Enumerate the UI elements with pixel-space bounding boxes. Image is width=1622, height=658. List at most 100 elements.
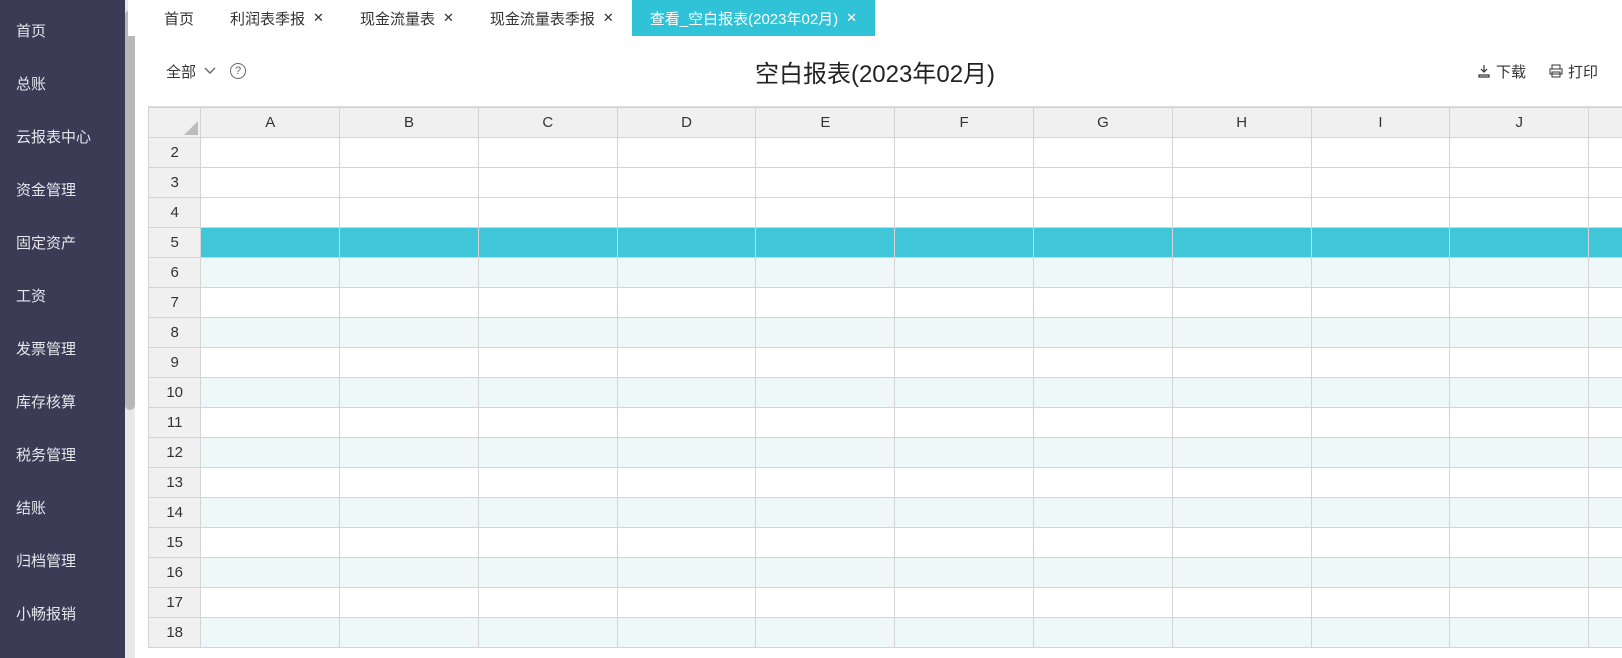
cell-E14[interactable]	[756, 498, 895, 528]
cell-K10[interactable]	[1589, 378, 1622, 408]
cell-C12[interactable]	[478, 438, 617, 468]
sidebar-item-11[interactable]: 小畅报销	[0, 587, 128, 640]
close-icon[interactable]: ✕	[443, 10, 454, 26]
cell-K13[interactable]	[1589, 468, 1622, 498]
cell-J5[interactable]	[1450, 228, 1589, 258]
tab-2[interactable]: 现金流量表✕	[342, 0, 472, 36]
cell-J12[interactable]	[1450, 438, 1589, 468]
cell-G3[interactable]	[1034, 168, 1173, 198]
column-header-G[interactable]: G	[1034, 108, 1173, 138]
cell-D3[interactable]	[617, 168, 756, 198]
cell-H14[interactable]	[1172, 498, 1311, 528]
cell-A10[interactable]	[201, 378, 340, 408]
cell-K11[interactable]	[1589, 408, 1622, 438]
cell-E8[interactable]	[756, 318, 895, 348]
cell-F7[interactable]	[895, 288, 1034, 318]
cell-E17[interactable]	[756, 588, 895, 618]
cell-E12[interactable]	[756, 438, 895, 468]
column-header-F[interactable]: F	[895, 108, 1034, 138]
cell-B2[interactable]	[340, 138, 479, 168]
cell-F2[interactable]	[895, 138, 1034, 168]
row-header-12[interactable]: 12	[149, 438, 201, 468]
cell-F15[interactable]	[895, 528, 1034, 558]
cell-C15[interactable]	[478, 528, 617, 558]
cell-D6[interactable]	[617, 258, 756, 288]
cell-H9[interactable]	[1172, 348, 1311, 378]
sidebar-item-3[interactable]: 资金管理	[0, 163, 128, 216]
cell-E10[interactable]	[756, 378, 895, 408]
row-header-14[interactable]: 14	[149, 498, 201, 528]
cell-F5[interactable]	[895, 228, 1034, 258]
cell-A15[interactable]	[201, 528, 340, 558]
cell-B12[interactable]	[340, 438, 479, 468]
cell-E15[interactable]	[756, 528, 895, 558]
cell-H3[interactable]	[1172, 168, 1311, 198]
cell-C9[interactable]	[478, 348, 617, 378]
row-header-6[interactable]: 6	[149, 258, 201, 288]
cell-F11[interactable]	[895, 408, 1034, 438]
cell-H16[interactable]	[1172, 558, 1311, 588]
cell-C4[interactable]	[478, 198, 617, 228]
cell-F18[interactable]	[895, 618, 1034, 648]
print-button[interactable]: 打印	[1548, 61, 1598, 82]
cell-D5[interactable]	[617, 228, 756, 258]
cell-D2[interactable]	[617, 138, 756, 168]
cell-B8[interactable]	[340, 318, 479, 348]
cell-A11[interactable]	[201, 408, 340, 438]
cell-I8[interactable]	[1311, 318, 1450, 348]
cell-H17[interactable]	[1172, 588, 1311, 618]
cell-F16[interactable]	[895, 558, 1034, 588]
cell-K7[interactable]	[1589, 288, 1622, 318]
cell-A16[interactable]	[201, 558, 340, 588]
cell-J7[interactable]	[1450, 288, 1589, 318]
cell-E9[interactable]	[756, 348, 895, 378]
cell-F8[interactable]	[895, 318, 1034, 348]
row-header-11[interactable]: 11	[149, 408, 201, 438]
cell-H11[interactable]	[1172, 408, 1311, 438]
row-header-5[interactable]: 5	[149, 228, 201, 258]
cell-C7[interactable]	[478, 288, 617, 318]
cell-E3[interactable]	[756, 168, 895, 198]
cell-C17[interactable]	[478, 588, 617, 618]
cell-J11[interactable]	[1450, 408, 1589, 438]
cell-D17[interactable]	[617, 588, 756, 618]
row-header-2[interactable]: 2	[149, 138, 201, 168]
cell-D10[interactable]	[617, 378, 756, 408]
cell-G6[interactable]	[1034, 258, 1173, 288]
row-header-3[interactable]: 3	[149, 168, 201, 198]
cell-I7[interactable]	[1311, 288, 1450, 318]
cell-J9[interactable]	[1450, 348, 1589, 378]
cell-H7[interactable]	[1172, 288, 1311, 318]
cell-I12[interactable]	[1311, 438, 1450, 468]
sidebar-item-4[interactable]: 固定资产	[0, 216, 128, 269]
cell-K17[interactable]	[1589, 588, 1622, 618]
row-header-7[interactable]: 7	[149, 288, 201, 318]
cell-K6[interactable]	[1589, 258, 1622, 288]
row-header-17[interactable]: 17	[149, 588, 201, 618]
cell-A8[interactable]	[201, 318, 340, 348]
cell-J4[interactable]	[1450, 198, 1589, 228]
cell-A13[interactable]	[201, 468, 340, 498]
cell-J8[interactable]	[1450, 318, 1589, 348]
cell-G2[interactable]	[1034, 138, 1173, 168]
cell-G7[interactable]	[1034, 288, 1173, 318]
cell-B7[interactable]	[340, 288, 479, 318]
cell-A9[interactable]	[201, 348, 340, 378]
cell-C13[interactable]	[478, 468, 617, 498]
cell-C10[interactable]	[478, 378, 617, 408]
cell-G16[interactable]	[1034, 558, 1173, 588]
cell-A2[interactable]	[201, 138, 340, 168]
cell-J2[interactable]	[1450, 138, 1589, 168]
sidebar-item-7[interactable]: 库存核算	[0, 375, 128, 428]
close-icon[interactable]: ✕	[846, 10, 857, 26]
cell-A12[interactable]	[201, 438, 340, 468]
cell-I13[interactable]	[1311, 468, 1450, 498]
cell-C6[interactable]	[478, 258, 617, 288]
cell-A6[interactable]	[201, 258, 340, 288]
cell-E7[interactable]	[756, 288, 895, 318]
cell-K3[interactable]	[1589, 168, 1622, 198]
cell-D8[interactable]	[617, 318, 756, 348]
cell-H18[interactable]	[1172, 618, 1311, 648]
cell-A17[interactable]	[201, 588, 340, 618]
cell-I16[interactable]	[1311, 558, 1450, 588]
